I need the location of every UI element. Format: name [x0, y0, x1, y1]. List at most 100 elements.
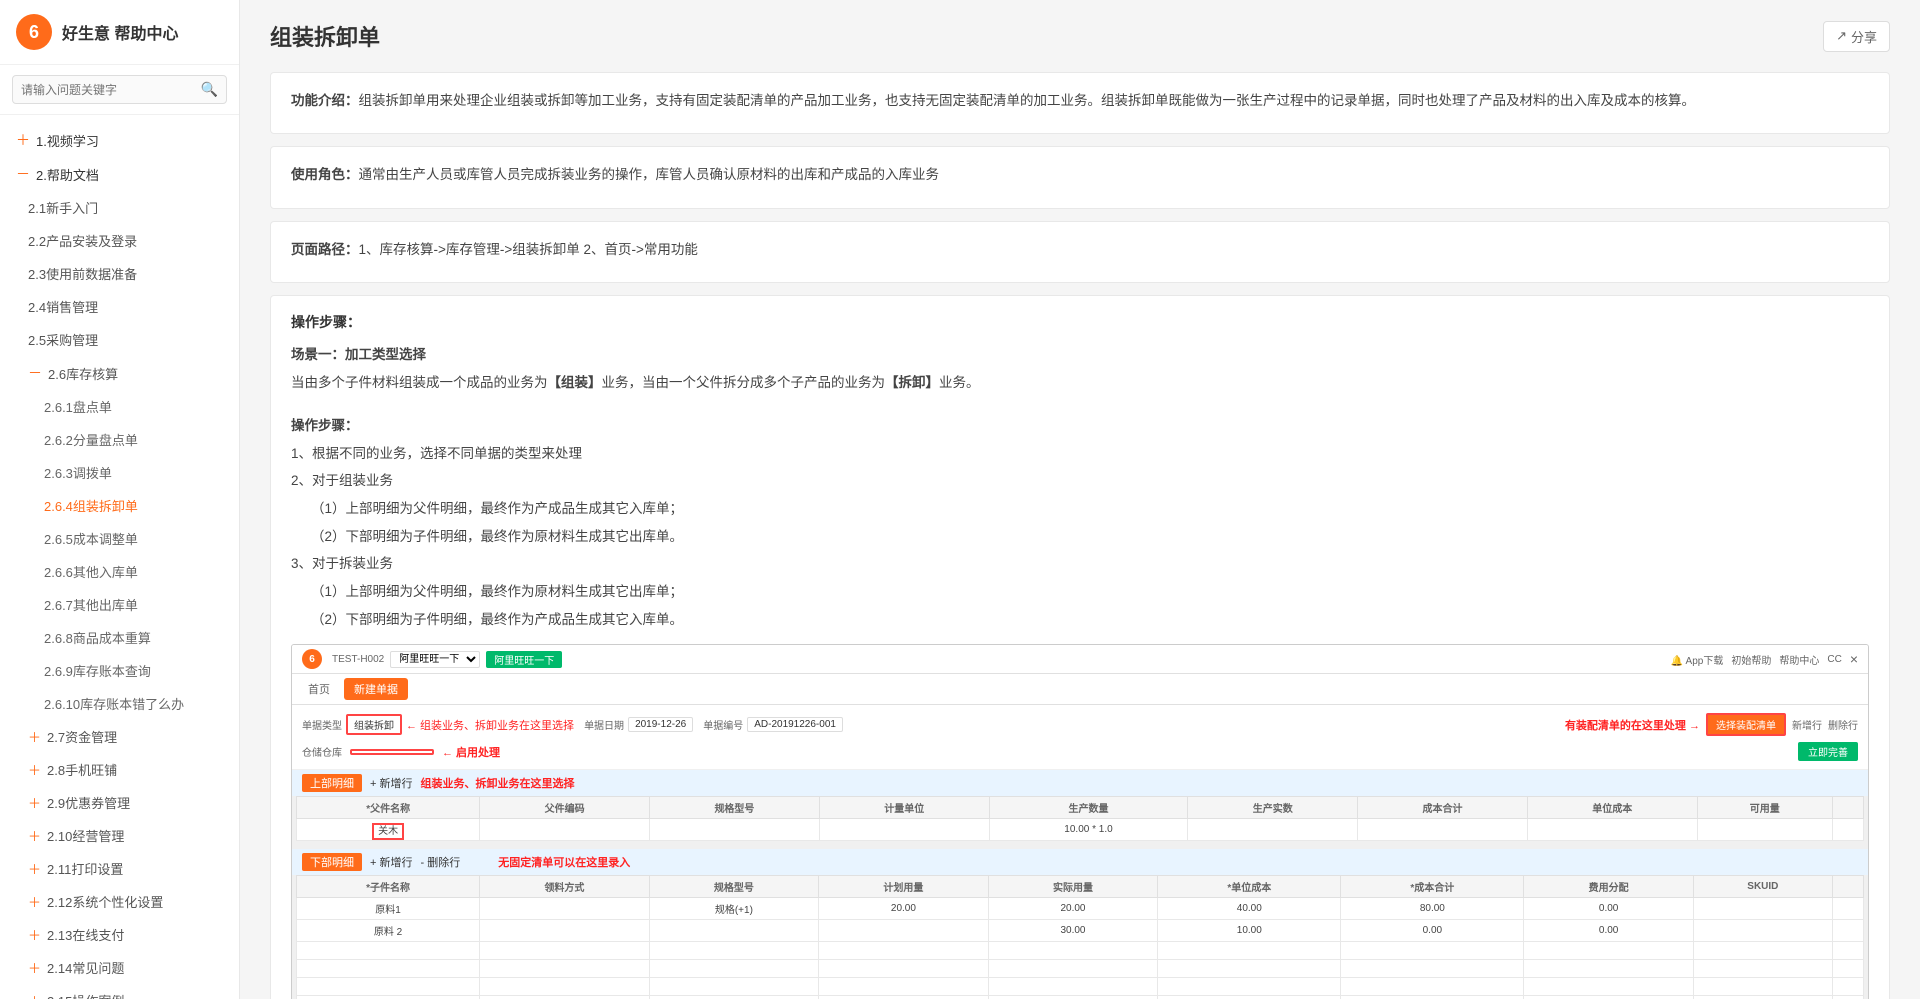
ss-lrow1-op	[1832, 898, 1863, 920]
sidebar-item-beginner[interactable]: 2.1新手入门	[0, 191, 239, 224]
ss-type-value[interactable]: 组装拆卸	[346, 714, 402, 735]
ss-col-spec: 规格型号	[650, 797, 820, 819]
ss-lrow2-method	[480, 920, 650, 942]
sidebar-item-label: 2.6.9库存账本查询	[44, 661, 151, 680]
search-input[interactable]	[21, 83, 201, 97]
sidebar-item-install[interactable]: 2.2产品安装及登录	[0, 224, 239, 257]
sidebar-item-docs[interactable]: － 2.帮助文档	[0, 157, 239, 191]
sidebar-item-inventory-check[interactable]: 2.6.1盘点单	[0, 390, 239, 423]
sidebar-item-faq[interactable]: ＋ 2.14常见问题	[0, 951, 239, 984]
ss-lrow2-plan	[819, 920, 989, 942]
ss-new-order-btn[interactable]: 阿里旺旺一下	[486, 651, 562, 668]
ss-lcol-actual-qty: 实际用量	[988, 876, 1158, 898]
sidebar-item-label: 2.6.5成本调整单	[44, 529, 138, 548]
sidebar-item-assembly[interactable]: 2.6.4组装拆卸单	[0, 489, 239, 522]
ss-lcol-op	[1832, 876, 1863, 898]
sidebar-item-purchase[interactable]: 2.5采购管理	[0, 323, 239, 356]
ss-date-value[interactable]: 2019-12-26	[628, 717, 693, 732]
sidebar-item-data-prep[interactable]: 2.3使用前数据准备	[0, 257, 239, 290]
ss-upper-label: 上部明细	[302, 774, 362, 792]
ss-lower-add[interactable]: + 新增行	[370, 854, 412, 870]
expand-icon: ＋	[28, 826, 41, 845]
search-icon[interactable]: 🔍	[201, 81, 218, 98]
sidebar-item-inventory[interactable]: － 2.6库存核算	[0, 356, 239, 390]
sidebar-item-inventory-book[interactable]: 2.6.9库存账本查询	[0, 654, 239, 687]
ss-warehouse-label: 仓储仓库	[302, 744, 342, 759]
ss-close-icon[interactable]: ×	[1850, 651, 1858, 667]
sidebar-item-other-in[interactable]: 2.6.6其他入库单	[0, 555, 239, 588]
sidebar-item-label: 2.3使用前数据准备	[28, 264, 137, 283]
sidebar-item-label: 2.11打印设置	[47, 859, 123, 878]
ss-confirm-btn[interactable]: 立即完善	[1798, 742, 1858, 761]
func-intro-block: 功能介绍：组装拆卸单用来处理企业组装或拆卸等加工业务，支持有固定装配清单的产品加…	[270, 72, 1890, 134]
sidebar-item-label: 2.6.8商品成本重算	[44, 628, 151, 647]
func-intro-text: 功能介绍：组装拆卸单用来处理企业组装或拆卸等加工业务，支持有固定装配清单的产品加…	[291, 89, 1869, 113]
sidebar-item-label: 2.6.6其他入库单	[44, 562, 138, 581]
ss-top-left: 6 TEST-H002 阿里旺旺一下 阿里旺旺一下	[302, 649, 562, 669]
sidebar-item-label: 2.1新手入门	[28, 198, 98, 217]
step2-2: （2）下部明细为子件明细，最终作为原材料生成其它出库单。	[311, 524, 1869, 550]
sidebar-item-cost-adjust[interactable]: 2.6.5成本调整单	[0, 522, 239, 555]
expand-icon: ＋	[28, 859, 41, 878]
ss-lrow1-alloc: 0.00	[1524, 898, 1694, 920]
ss-number-value[interactable]: AD-20191226-001	[747, 717, 843, 732]
ss-annotation-warehouse: ← 启用处理	[442, 744, 500, 760]
ss-warehouse-value[interactable]	[350, 749, 434, 755]
ss-lcol-sku: SKUID	[1693, 876, 1832, 898]
ss-del-row[interactable]: 删除行	[1828, 717, 1858, 732]
ss-upper-section: 上部明细 + 新增行 组装业务、拆卸业务在这里选择	[292, 770, 1868, 796]
ss-date-field: 单据日期 2019-12-26	[584, 717, 693, 732]
ss-annotation-upper: 组装业务、拆卸业务在这里选择	[420, 775, 574, 791]
ss-upper-add[interactable]: + 新增行	[370, 775, 412, 791]
sidebar-item-finance[interactable]: ＋ 2.7资金管理	[0, 720, 239, 753]
page-header: 组装拆卸单 ↗ 分享	[270, 20, 1890, 52]
role-label: 使用角色：	[291, 167, 359, 182]
ss-type-field: 单据类型 组装拆卸 ← 组装业务、拆卸业务在这里选择	[302, 714, 574, 735]
ss-lrow2-alloc: 0.00	[1524, 920, 1694, 942]
sidebar-item-print[interactable]: ＋ 2.11打印设置	[0, 852, 239, 885]
path-label: 页面路径：	[291, 242, 359, 257]
sidebar-item-sales[interactable]: 2.4销售管理	[0, 290, 239, 323]
sidebar-item-label: 2.6库存核算	[48, 364, 118, 383]
sidebar-item-inventory-error[interactable]: 2.6.10库存账本错了么办	[0, 687, 239, 720]
search-box[interactable]: 🔍	[12, 75, 227, 104]
ss-tab-new[interactable]: 新建单据	[344, 678, 408, 700]
role-text: 使用角色：通常由生产人员或库管人员完成拆装业务的操作，库管人员确认原材料的出库和…	[291, 163, 1869, 187]
sidebar-item-label: 2.6.3调拨单	[44, 463, 112, 482]
sidebar-item-operations[interactable]: ＋ 2.10经营管理	[0, 819, 239, 852]
search-area: 🔍	[0, 65, 239, 115]
ss-tab-home[interactable]: 首页	[300, 678, 338, 700]
ss-lower-section: 下部明细 + 新增行 - 删除行 无固定清单可以在这里录入	[292, 849, 1868, 875]
sidebar-item-transfer[interactable]: 2.6.3调拨单	[0, 456, 239, 489]
sidebar-item-payment[interactable]: ＋ 2.13在线支付	[0, 918, 239, 951]
ss-logo: 6	[302, 649, 322, 669]
ss-add-row[interactable]: 新增行	[1792, 717, 1822, 732]
sidebar-item-other-out[interactable]: 2.6.7其他出库单	[0, 588, 239, 621]
ss-lrow2-op	[1832, 920, 1863, 942]
ss-cell-parent-highlight: 关木	[372, 823, 404, 840]
sidebar-item-coupon[interactable]: ＋ 2.9优惠券管理	[0, 786, 239, 819]
ss-form-row1: 单据类型 组装拆卸 ← 组装业务、拆卸业务在这里选择 单据日期 2019-12-…	[302, 713, 1858, 736]
app-name: 好生意 帮助中心	[62, 20, 178, 44]
sidebar-item-partial-check[interactable]: 2.6.2分量盘点单	[0, 423, 239, 456]
table-row	[297, 942, 1864, 960]
main-content: 组装拆卸单 ↗ 分享 功能介绍：组装拆卸单用来处理企业组装或拆卸等加工业务，支持…	[240, 0, 1920, 999]
ss-app-download: 🔔 App下载	[1671, 652, 1723, 667]
ss-col-prod-qty: 生产数量	[989, 797, 1188, 819]
sidebar-item-video[interactable]: ＋ 1.视频学习	[0, 123, 239, 157]
sidebar-item-mobile[interactable]: ＋ 2.8手机旺铺	[0, 753, 239, 786]
ss-number-field: 单据编号 AD-20191226-001	[703, 717, 843, 732]
ss-lower-del[interactable]: - 删除行	[420, 854, 460, 870]
sidebar-item-cases[interactable]: ＋ 2.15操作案例	[0, 984, 239, 999]
ss-lcol-cost-total: *成本合计	[1341, 876, 1524, 898]
share-button[interactable]: ↗ 分享	[1823, 21, 1890, 52]
ss-cell-prod-actual	[1188, 819, 1358, 841]
ss-lower-table: *子件名称 领料方式 规格型号 计划用量 实际用量 *单位成本 *成本合计 费用…	[296, 875, 1864, 999]
ss-select-bom-btn[interactable]: 选择装配清单	[1706, 713, 1786, 736]
ss-lcol-child-name: *子件名称	[297, 876, 480, 898]
table-row	[297, 960, 1864, 978]
ss-store-select[interactable]: 阿里旺旺一下	[390, 651, 480, 668]
collapse-icon: －	[16, 164, 30, 184]
sidebar-item-personalize[interactable]: ＋ 2.12系统个性化设置	[0, 885, 239, 918]
sidebar-item-cost-recalc[interactable]: 2.6.8商品成本重算	[0, 621, 239, 654]
